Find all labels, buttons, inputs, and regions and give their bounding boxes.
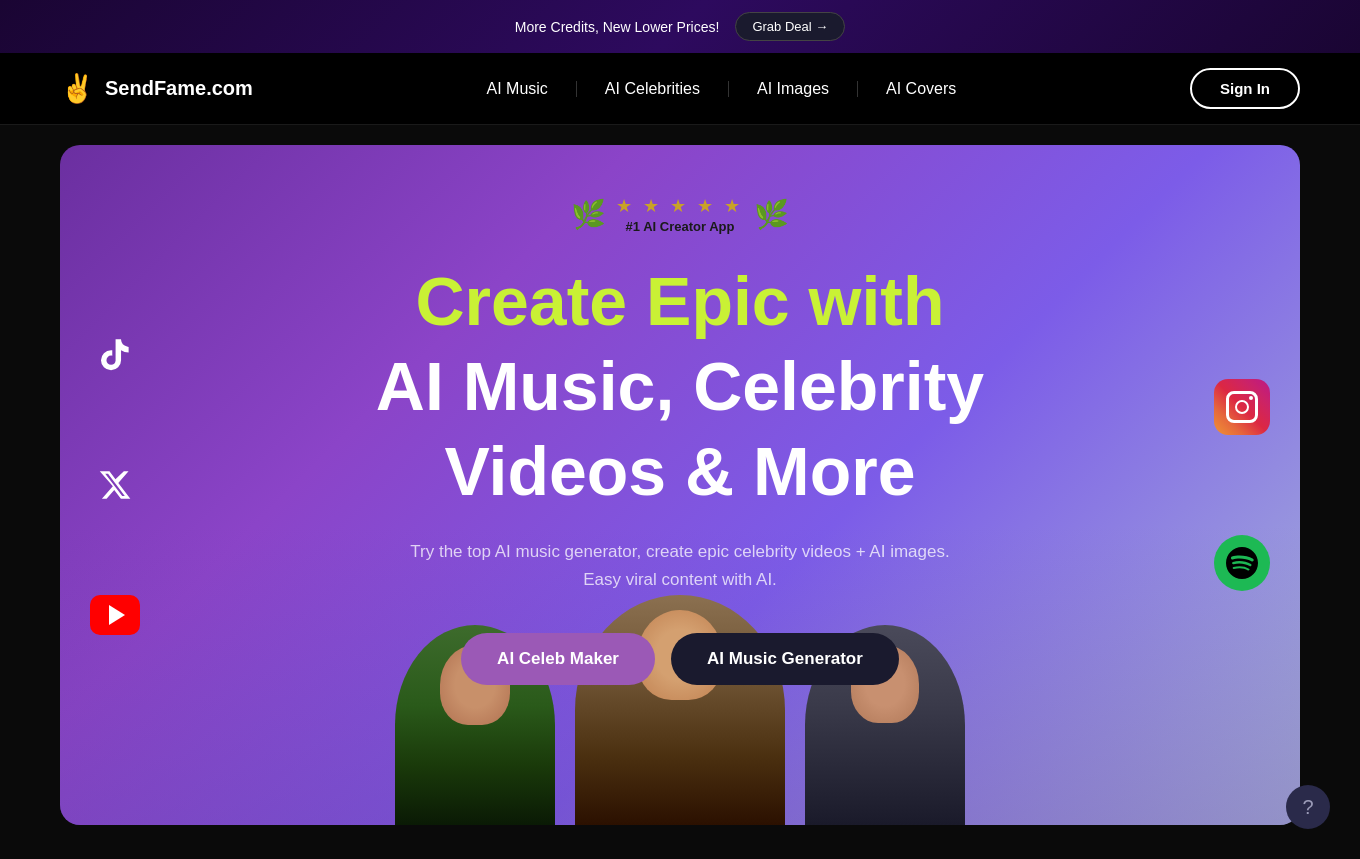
hero-title-line1: Create Epic with — [180, 264, 1180, 339]
top-banner: More Credits, New Lower Prices! Grab Dea… — [0, 0, 1360, 53]
banner-message: More Credits, New Lower Prices! — [515, 19, 720, 35]
instagram-icon[interactable] — [1214, 379, 1270, 435]
cta-buttons: AI Celeb Maker AI Music Generator — [180, 633, 1180, 685]
nav-item-ai-music[interactable]: AI Music — [459, 81, 577, 97]
logo[interactable]: ✌️ SendFame.com — [60, 72, 253, 105]
help-button[interactable]: ? — [1286, 785, 1330, 829]
music-generator-button[interactable]: AI Music Generator — [671, 633, 899, 685]
tiktok-icon[interactable] — [90, 330, 140, 380]
hero-card: 🌿 ★ ★ ★ ★ ★ #1 AI Creator App 🌿 Create E… — [60, 145, 1300, 825]
social-icons-left — [90, 145, 140, 825]
spotify-icon[interactable] — [1214, 535, 1270, 591]
hero-title-line2: AI Music, Celebrity — [180, 349, 1180, 424]
laurel-right: 🌿 — [754, 198, 789, 231]
logo-text: SendFame.com — [105, 77, 253, 100]
sign-in-button[interactable]: Sign In — [1190, 68, 1300, 109]
nav: AI Music AI Celebrities AI Images AI Cov… — [459, 81, 985, 97]
main-content: 🌿 ★ ★ ★ ★ ★ #1 AI Creator App 🌿 Create E… — [0, 125, 1360, 825]
stars-container: ★ ★ ★ ★ ★ #1 AI Creator App — [616, 195, 743, 234]
nav-item-ai-images[interactable]: AI Images — [729, 81, 858, 97]
header: ✌️ SendFame.com AI Music AI Celebrities … — [0, 53, 1360, 125]
badge-label: #1 AI Creator App — [626, 219, 735, 234]
youtube-icon[interactable] — [90, 590, 140, 640]
nav-item-ai-celebrities[interactable]: AI Celebrities — [577, 81, 729, 97]
hero-content: 🌿 ★ ★ ★ ★ ★ #1 AI Creator App 🌿 Create E… — [60, 145, 1300, 685]
hero-subtitle-text: Try the top AI music generator, create e… — [410, 542, 949, 588]
celeb-maker-button[interactable]: AI Celeb Maker — [461, 633, 655, 685]
laurel-left: 🌿 — [571, 198, 606, 231]
twitter-x-icon[interactable] — [90, 460, 140, 510]
social-icons-right — [1214, 145, 1270, 825]
badge-row: 🌿 ★ ★ ★ ★ ★ #1 AI Creator App 🌿 — [180, 195, 1180, 234]
star-rating: ★ ★ ★ ★ ★ — [616, 195, 743, 217]
nav-item-ai-covers[interactable]: AI Covers — [858, 81, 984, 97]
hero-subtitle: Try the top AI music generator, create e… — [180, 538, 1180, 592]
hero-title-line3: Videos & More — [180, 434, 1180, 509]
logo-emoji: ✌️ — [60, 72, 95, 105]
grab-deal-button[interactable]: Grab Deal → — [735, 12, 845, 41]
